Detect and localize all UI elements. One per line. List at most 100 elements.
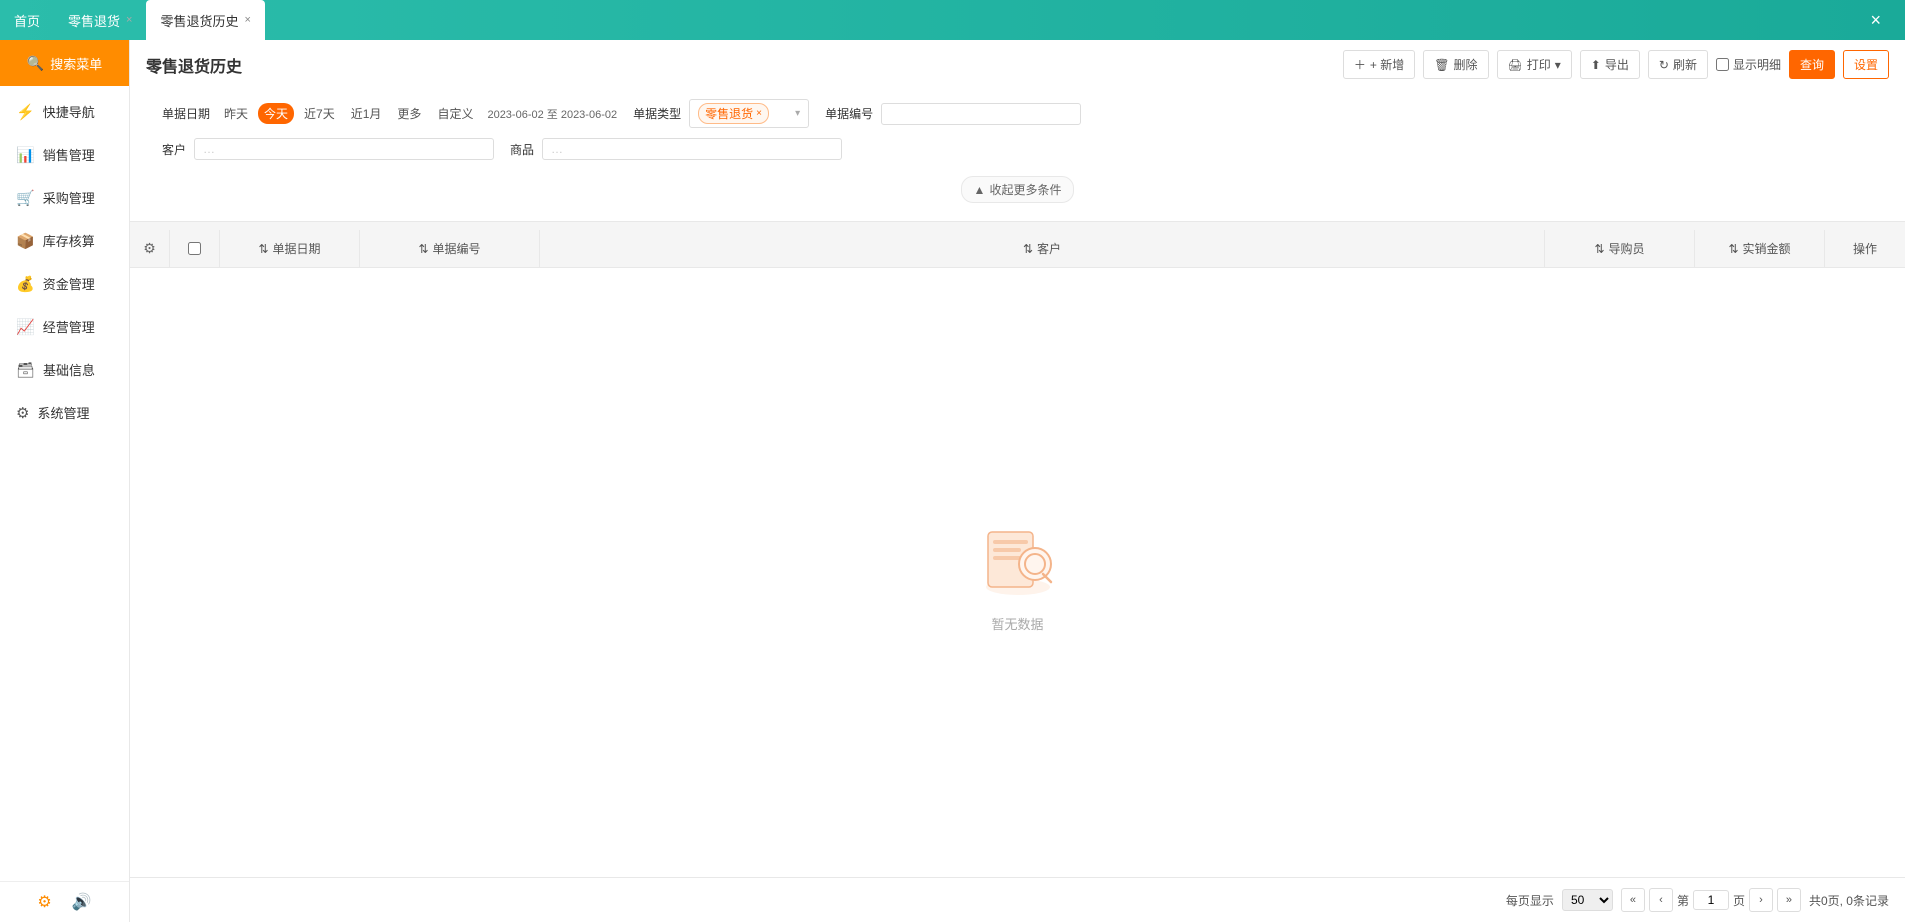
- per-page-label: 每页显示: [1506, 892, 1554, 909]
- empty-state-icon: [973, 512, 1063, 602]
- show-detail-checkbox-group: 显示明细: [1716, 56, 1781, 73]
- doc-type-tag-close[interactable]: ×: [756, 108, 762, 119]
- page-input[interactable]: [1693, 890, 1729, 910]
- date-btn-7days[interactable]: 近7天: [298, 103, 341, 124]
- customer-select[interactable]: …: [194, 138, 494, 160]
- tab-home[interactable]: 首页: [0, 0, 54, 40]
- sort-amount-icon[interactable]: ⇅: [1728, 242, 1738, 256]
- sort-guide-icon[interactable]: ⇅: [1594, 242, 1604, 256]
- sidebar-item-quick-nav[interactable]: ⚡ 快捷导航: [0, 90, 129, 133]
- page-header: 零售退货历史 ＋ + 新增 🗑 删除 🖨 打印 ▾: [130, 40, 1905, 222]
- finance-icon: 💰: [16, 275, 35, 293]
- sidebar: 🔍 搜索菜单 ⚡ 快捷导航 📊 销售管理 🛒 采购管理 📦 库存核算 💰: [0, 40, 130, 922]
- doc-number-input[interactable]: [881, 103, 1081, 125]
- last-page-button[interactable]: »: [1777, 888, 1801, 912]
- filter-row-1: 单据日期 昨天 今天 近7天 近1月 更多 自定义 2023-06-02 至 2…: [162, 99, 1873, 128]
- sidebar-item-finance[interactable]: 💰 资金管理: [0, 262, 129, 305]
- date-range-display: 2023-06-02 至 2023-06-02: [487, 106, 617, 122]
- setting-button[interactable]: 设置: [1843, 50, 1889, 79]
- table-header: ⚙ ⇅ 单据日期 ⇅ 单据编号 ⇅ 客户 ⇅: [130, 230, 1905, 268]
- top-bar-right: ×: [1862, 10, 1905, 31]
- doc-type-dropdown-icon: ▾: [795, 108, 800, 119]
- sales-icon: 📊: [16, 146, 35, 164]
- th-date: ⇅ 单据日期: [220, 230, 360, 267]
- sidebar-item-basic-info[interactable]: 🗃 基础信息: [0, 348, 129, 391]
- date-btn-1month[interactable]: 近1月: [345, 103, 388, 124]
- inventory-icon: 📦: [16, 232, 35, 250]
- date-btn-more[interactable]: 更多: [391, 103, 427, 124]
- table-container: ⚙ ⇅ 单据日期 ⇅ 单据编号 ⇅ 客户 ⇅: [130, 230, 1905, 877]
- content-area: 零售退货历史 ＋ + 新增 🗑 删除 🖨 打印 ▾: [130, 40, 1905, 922]
- print-dropdown-icon: ▾: [1555, 58, 1561, 72]
- doc-number-filter-group: 单据编号: [825, 103, 1081, 125]
- date-filter-group: 单据日期 昨天 今天 近7天 近1月 更多 自定义 2023-06-02 至 2…: [162, 103, 617, 124]
- export-button[interactable]: ⬆ 导出: [1580, 50, 1640, 79]
- window-close-button[interactable]: ×: [1862, 10, 1889, 31]
- tab-retail-return-close[interactable]: ×: [126, 14, 132, 26]
- new-icon: ＋: [1354, 56, 1366, 73]
- sidebar-menu: ⚡ 快捷导航 📊 销售管理 🛒 采购管理 📦 库存核算 💰 资金管理 📈: [0, 86, 129, 881]
- table-settings-icon[interactable]: ⚙: [143, 240, 156, 257]
- select-all-checkbox[interactable]: [188, 242, 201, 255]
- date-btn-yesterday[interactable]: 昨天: [218, 103, 254, 124]
- doc-number-label: 单据编号: [825, 105, 873, 122]
- basic-info-icon: 🗃: [16, 361, 35, 379]
- sort-date-icon[interactable]: ⇅: [258, 242, 268, 256]
- sidebar-item-purchase[interactable]: 🛒 采购管理: [0, 176, 129, 219]
- sidebar-search-button[interactable]: 🔍 搜索菜单: [0, 40, 129, 86]
- toolbar: ＋ + 新增 🗑 删除 🖨 打印 ▾ ⬆ 导出: [1343, 50, 1889, 79]
- page-of-label: 页: [1733, 892, 1745, 909]
- top-bar: 首页 零售退货 × 零售退货历史 × ×: [0, 0, 1905, 40]
- print-button[interactable]: 🖨 打印 ▾: [1497, 50, 1572, 79]
- query-button[interactable]: 查询: [1789, 50, 1835, 79]
- tab-retail-return[interactable]: 零售退货 ×: [54, 0, 146, 40]
- pagination: 每页显示 20 50 100 « ‹ 第 页 › » 共0页, 0条记录: [130, 877, 1905, 922]
- sidebar-item-sales[interactable]: 📊 销售管理: [0, 133, 129, 176]
- doc-type-select[interactable]: 零售退货 × ▾: [689, 99, 809, 128]
- sidebar-item-system[interactable]: ⚙ 系统管理: [0, 391, 129, 434]
- doc-type-tag: 零售退货 ×: [698, 103, 769, 124]
- th-checkbox: [170, 230, 220, 267]
- sound-icon[interactable]: 🔊: [72, 892, 92, 912]
- th-customer: ⇅ 客户: [540, 230, 1545, 267]
- show-detail-checkbox[interactable]: [1716, 58, 1729, 71]
- empty-text: 暂无数据: [991, 614, 1043, 633]
- goods-select[interactable]: …: [542, 138, 842, 160]
- refresh-icon: ↻: [1659, 58, 1669, 72]
- customer-filter-group: 客户 …: [162, 138, 494, 160]
- filter-area: 单据日期 昨天 今天 近7天 近1月 更多 自定义 2023-06-02 至 2…: [146, 89, 1889, 221]
- print-icon: 🖨: [1508, 58, 1523, 72]
- next-page-button[interactable]: ›: [1749, 888, 1773, 912]
- collapse-filter-button[interactable]: ▲ 收起更多条件: [961, 176, 1075, 203]
- sidebar-item-inventory[interactable]: 📦 库存核算: [0, 219, 129, 262]
- sidebar-item-operations[interactable]: 📈 经营管理: [0, 305, 129, 348]
- th-guide: ⇅ 导购员: [1545, 230, 1695, 267]
- tab-retail-return-history-close[interactable]: ×: [244, 14, 250, 26]
- quick-nav-icon: ⚡: [16, 103, 35, 121]
- system-icon: ⚙: [16, 404, 29, 422]
- date-btn-today[interactable]: 今天: [258, 103, 294, 124]
- new-button[interactable]: ＋ + 新增: [1343, 50, 1415, 79]
- per-page-select[interactable]: 20 50 100: [1562, 889, 1613, 911]
- sidebar-bottom: ⚙ 🔊: [0, 881, 129, 922]
- main-layout: 🔍 搜索菜单 ⚡ 快捷导航 📊 销售管理 🛒 采购管理 📦 库存核算 💰: [0, 40, 1905, 922]
- operations-icon: 📈: [16, 318, 35, 336]
- goods-label: 商品: [510, 141, 534, 158]
- tab-retail-return-history[interactable]: 零售退货历史 ×: [146, 0, 264, 40]
- th-settings[interactable]: ⚙: [130, 230, 170, 267]
- refresh-button[interactable]: ↻ 刷新: [1648, 50, 1708, 79]
- th-amount: ⇅ 实销金额: [1695, 230, 1825, 267]
- purchase-icon: 🛒: [16, 189, 35, 207]
- export-icon: ⬆: [1591, 58, 1601, 72]
- customer-label: 客户: [162, 141, 186, 158]
- delete-button[interactable]: 🗑 删除: [1423, 50, 1488, 79]
- first-page-button[interactable]: «: [1621, 888, 1645, 912]
- date-btn-custom[interactable]: 自定义: [431, 103, 479, 124]
- doc-type-label: 单据类型: [633, 105, 681, 122]
- sort-number-icon[interactable]: ⇅: [418, 242, 428, 256]
- filter-row-2: 客户 … 商品 …: [162, 138, 1873, 160]
- sort-customer-icon[interactable]: ⇅: [1023, 242, 1033, 256]
- page-nav: « ‹ 第 页 › »: [1621, 888, 1801, 912]
- prev-page-button[interactable]: ‹: [1649, 888, 1673, 912]
- settings-bottom-icon[interactable]: ⚙: [37, 892, 51, 912]
